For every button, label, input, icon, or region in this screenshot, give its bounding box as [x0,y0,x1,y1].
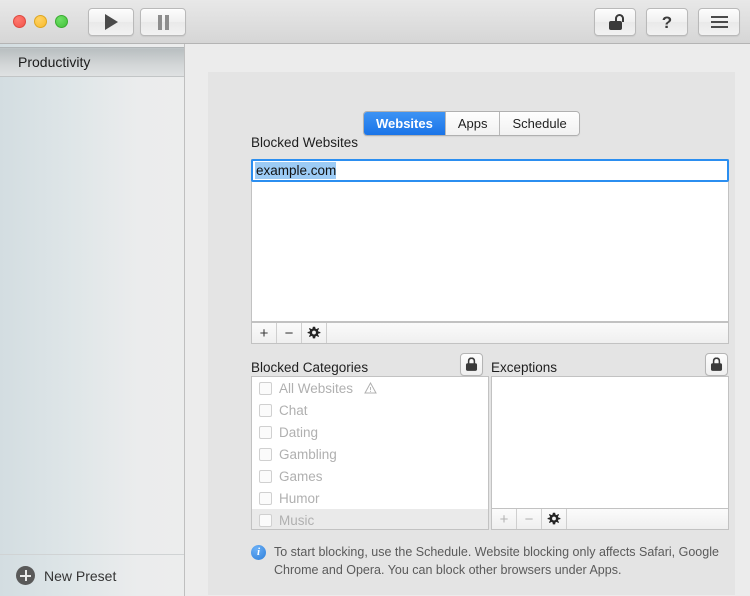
blocked-categories-lock-button[interactable] [460,353,483,376]
titlebar: ? [0,0,750,44]
blocked-categories-list[interactable]: All Websites Chat Dating [251,376,489,530]
unlocked-padlock-icon [609,15,622,30]
minus-icon: − [285,325,294,342]
toolbar-spacer [567,509,728,529]
close-button[interactable] [13,15,26,28]
category-row[interactable]: All Websites [252,377,488,399]
exception-settings-button[interactable] [542,509,567,529]
plus-icon: + [260,325,269,342]
category-row[interactable]: Gambling [252,443,488,465]
gear-icon [547,512,561,526]
blocked-websites-toolbar: + − [251,322,729,344]
category-row[interactable]: Dating [252,421,488,443]
tab-schedule[interactable]: Schedule [500,112,578,135]
add-website-button[interactable]: + [252,323,277,343]
category-label: Games [279,469,323,484]
category-label: Humor [279,491,320,506]
category-label: Dating [279,425,318,440]
settings-panel: Websites Apps Schedule Blocked Websites … [208,72,735,595]
website-edit-value: example.com [255,162,336,179]
category-checkbox[interactable] [259,514,272,527]
category-checkbox[interactable] [259,470,272,483]
category-label: Gambling [279,447,337,462]
hamburger-menu-icon [711,16,728,28]
category-checkbox[interactable] [259,492,272,505]
info-icon: i [251,545,266,560]
pause-icon [158,15,169,30]
tab-websites-label: Websites [376,116,433,131]
category-row[interactable]: Games [252,465,488,487]
minus-icon: − [525,511,534,528]
add-exception-button[interactable]: + [492,509,517,529]
new-preset-label: New Preset [44,568,116,584]
question-mark-icon: ? [662,14,672,31]
category-row[interactable]: Humor [252,487,488,509]
plus-icon: + [500,511,509,528]
tab-schedule-label: Schedule [512,116,566,131]
help-button[interactable]: ? [646,8,688,36]
website-settings-button[interactable] [302,323,327,343]
tab-apps[interactable]: Apps [446,112,501,135]
tab-websites[interactable]: Websites [364,112,446,135]
blocked-categories-heading: Blocked Categories [251,360,368,375]
category-row[interactable]: Music [252,509,488,530]
locked-padlock-icon [711,358,722,371]
blocked-websites-list[interactable]: example.com [251,159,729,322]
pause-blocking-button[interactable] [140,8,186,36]
toolbar-spacer [327,323,728,343]
exceptions-list[interactable] [491,376,729,509]
tab-apps-label: Apps [458,116,488,131]
exceptions-lock-button[interactable] [705,353,728,376]
category-checkbox[interactable] [259,426,272,439]
category-label: Chat [279,403,308,418]
exceptions-heading: Exceptions [491,360,557,375]
menu-button[interactable] [698,8,740,36]
website-edit-field[interactable]: example.com [251,159,729,182]
category-label: All Websites [279,381,353,396]
category-row[interactable]: Chat [252,399,488,421]
app-window: ? Productivity New Preset Websites [0,0,750,596]
locked-padlock-icon [466,358,477,371]
info-text: To start blocking, use the Schedule. Web… [274,543,729,579]
info-footer: i To start blocking, use the Schedule. W… [251,543,729,579]
new-preset-button[interactable]: New Preset [0,554,184,596]
lock-settings-button[interactable] [594,8,636,36]
window-controls [13,15,68,28]
category-label: Music [279,513,314,528]
tab-bar: Websites Apps Schedule [363,111,580,136]
category-checkbox[interactable] [259,382,272,395]
content-area: Websites Apps Schedule Blocked Websites … [186,44,750,596]
zoom-button[interactable] [55,15,68,28]
start-blocking-button[interactable] [88,8,134,36]
minimize-button[interactable] [34,15,47,28]
blocked-websites-heading: Blocked Websites [251,135,358,150]
category-checkbox[interactable] [259,448,272,461]
sidebar: Productivity New Preset [0,44,185,596]
remove-website-button[interactable]: − [277,323,302,343]
sidebar-item-productivity[interactable]: Productivity [0,47,184,77]
category-checkbox[interactable] [259,404,272,417]
gear-icon [307,326,321,340]
warning-triangle-icon [364,382,377,394]
plus-circle-icon [16,566,35,585]
remove-exception-button[interactable]: − [517,509,542,529]
preset-label: Productivity [0,54,90,70]
exceptions-toolbar: + − [491,508,729,530]
play-icon [105,14,118,30]
